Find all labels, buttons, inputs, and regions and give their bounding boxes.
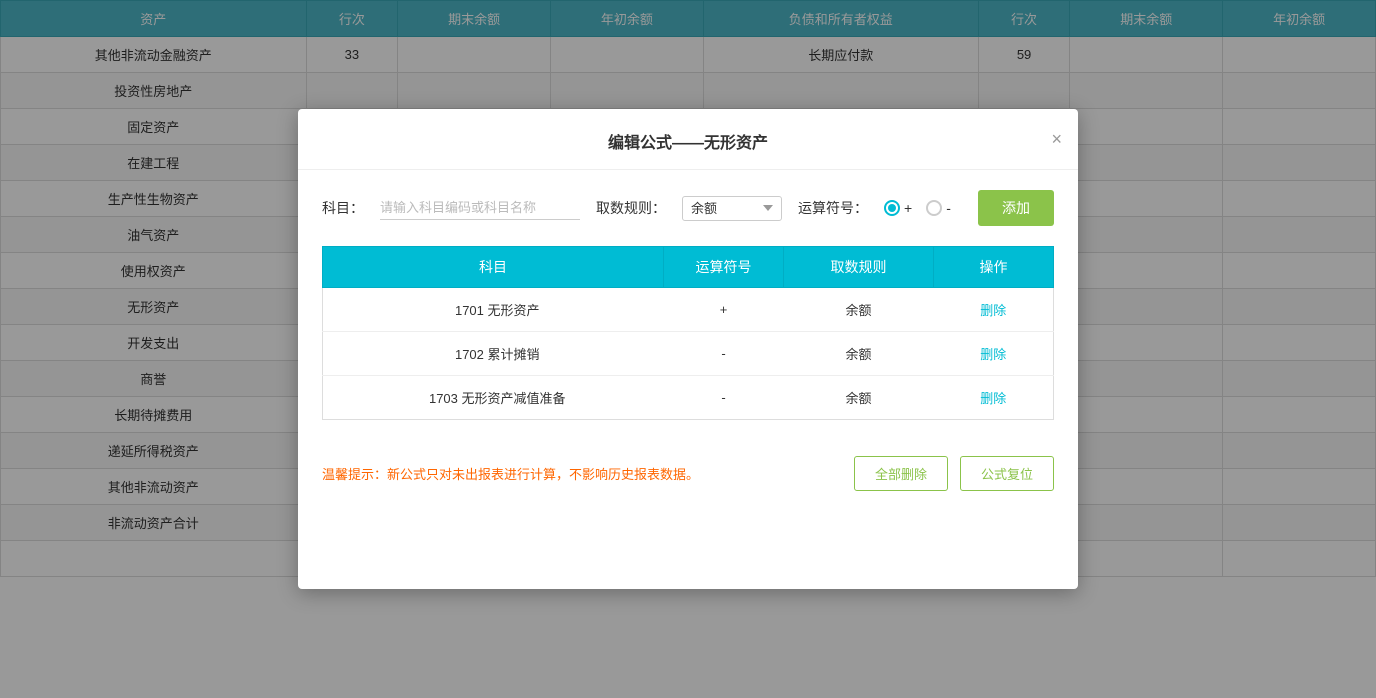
modal-overlay: 编辑公式——无形资产 × 科目： 取数规则： 余额 借方发生额 贷方发生额 期初… [0,0,1376,698]
formula-delete-button[interactable]: 删除 [980,300,1006,319]
operator-plus-item[interactable]: + [884,200,912,216]
table-header-subject: 科目 [323,247,664,288]
operator-minus-radio[interactable] [926,200,942,216]
formula-table-row: 1701 无形资产+余额 删除 [323,288,1054,332]
formula-delete-button[interactable]: 删除 [980,344,1006,363]
formula-action-cell: 删除 [934,288,1054,332]
formula-action-cell: 删除 [934,332,1054,376]
formula-subject-cell: 1701 无形资产 [323,288,664,332]
operator-minus-label: - [946,200,951,216]
rule-select-wrap: 余额 借方发生额 贷方发生额 期初余额 [682,196,782,221]
formula-subject-cell: 1703 无形资产减值准备 [323,376,664,420]
footer-hint-text: 温馨提示：新公式只对未出报表进行计算，不影响历史报表数据。 [322,467,699,482]
footer-buttons: 全部删除 公式复位 [854,456,1054,491]
table-header-action: 操作 [934,247,1054,288]
rule-label: 取数规则： [596,198,666,218]
operator-label: 运算符号： [798,198,868,218]
operator-plus-radio[interactable] [884,200,900,216]
add-button[interactable]: 添加 [978,190,1054,226]
footer-hint: 温馨提示：新公式只对未出报表进行计算，不影响历史报表数据。 [322,464,699,483]
operator-radio-group: + - [884,200,951,216]
formula-table: 科目 运算符号 取数规则 操作 1701 无形资产+余额删除1702 累计摊销-… [322,246,1054,420]
subject-label: 科目： [322,198,364,218]
modal-body: 科目： 取数规则： 余额 借方发生额 贷方发生额 期初余额 运算符号： + [298,170,1078,440]
formula-rule-cell: 余额 [784,288,934,332]
formula-form-row: 科目： 取数规则： 余额 借方发生额 贷方发生额 期初余额 运算符号： + [322,190,1054,226]
operator-plus-label: + [904,200,912,216]
reset-formula-button[interactable]: 公式复位 [960,456,1054,491]
delete-all-button[interactable]: 全部删除 [854,456,948,491]
table-header-operator: 运算符号 [664,247,784,288]
formula-operator-cell: - [664,376,784,420]
formula-rule-cell: 余额 [784,332,934,376]
operator-minus-item[interactable]: - [926,200,951,216]
modal-close-button[interactable]: × [1051,130,1062,148]
formula-operator-cell: - [664,332,784,376]
formula-subject-cell: 1702 累计摊销 [323,332,664,376]
modal-dialog: 编辑公式——无形资产 × 科目： 取数规则： 余额 借方发生额 贷方发生额 期初… [298,109,1078,589]
subject-input[interactable] [380,196,580,220]
formula-table-row: 1703 无形资产减值准备-余额 删除 [323,376,1054,420]
rule-select[interactable]: 余额 借方发生额 贷方发生额 期初余额 [682,196,782,221]
table-header-rule: 取数规则 [784,247,934,288]
modal-title: 编辑公式——无形资产 [608,135,768,152]
formula-action-cell: 删除 [934,376,1054,420]
formula-rule-cell: 余额 [784,376,934,420]
formula-delete-button[interactable]: 删除 [980,388,1006,407]
modal-footer: 温馨提示：新公式只对未出报表进行计算，不影响历史报表数据。 全部删除 公式复位 [298,440,1078,511]
formula-table-row: 1702 累计摊销-余额 删除 [323,332,1054,376]
modal-header: 编辑公式——无形资产 × [298,109,1078,170]
formula-operator-cell: + [664,288,784,332]
